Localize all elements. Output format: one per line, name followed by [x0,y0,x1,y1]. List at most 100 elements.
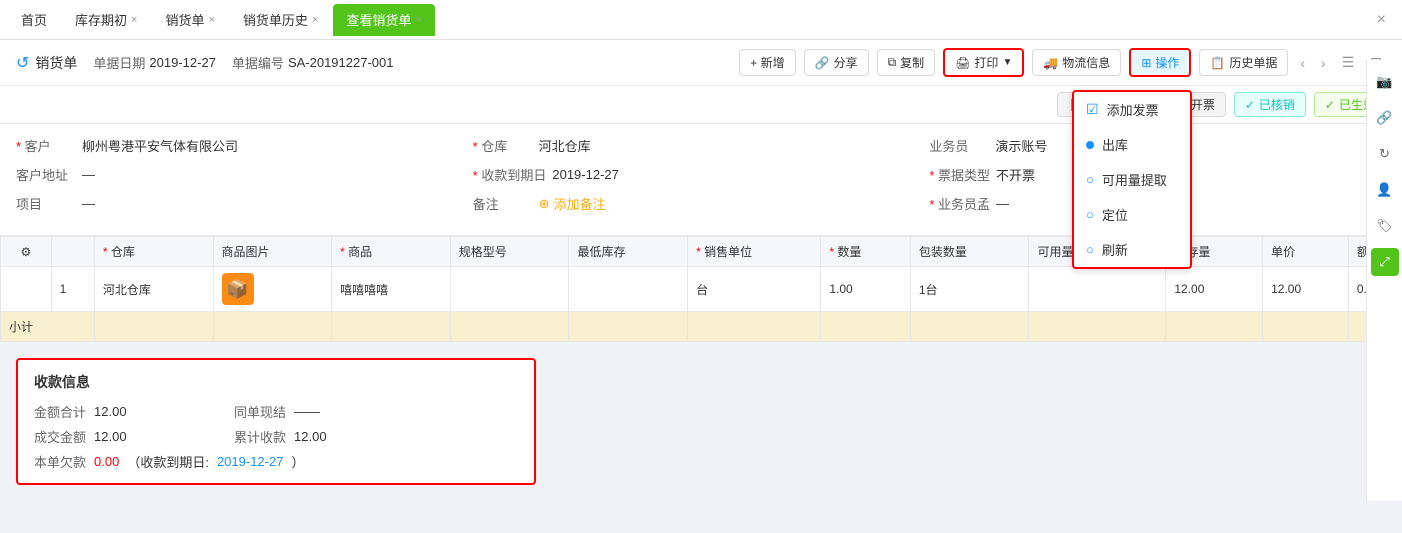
check1-button[interactable]: ✓ 已核销 [1234,92,1306,117]
row-num-cell: 1 [51,267,94,312]
tab-view-sales[interactable]: 查看销货单 × [333,4,434,36]
row-product-cell: 嘻嘻嘻嘻 [332,267,451,312]
history-icon: 📋 [1210,56,1225,70]
warehouse-field: 仓库 河北仓库 [473,136,930,155]
tab-sales-order-close[interactable]: × [208,14,214,26]
sidebar-camera-icon[interactable]: 📷 [1371,68,1399,96]
tab-inventory-init-close[interactable]: × [131,14,137,26]
total-row: 金额合计 12.00 [34,402,234,421]
tab-sales-order[interactable]: 销货单 × [152,4,227,36]
col-num [51,237,94,267]
col-product: 商品 [332,237,451,267]
project-field: 项目 — [16,194,473,213]
deal-amount-value: 12.00 [94,429,127,444]
print-dropdown-arrow[interactable]: ▼ [1002,57,1012,68]
operate-icon: ⊞ [1141,56,1151,70]
ticket-type-label: 票据类型 [929,165,990,184]
row-warehouse-cell: 河北仓库 [94,267,213,312]
history-button[interactable]: 📋 历史单据 [1199,49,1288,76]
right-sidebar: 📷 🔗 ↻ 👤 🏷 ⤢ [1366,60,1402,501]
row-available-cell [1029,267,1166,312]
sidebar-refresh-icon[interactable]: ↻ [1371,140,1399,168]
same-order-label: 同单现结 [234,402,286,421]
doc-title-text: 销货单 [35,53,77,73]
subtotal-c9 [821,312,910,342]
warehouse-value: 河北仓库 [539,136,591,155]
menu-item-available-fetch[interactable]: ○ 可用量提取 [1074,162,1190,197]
refresh-radio-icon: ○ [1086,242,1094,257]
number-value: SA-20191227-001 [288,55,394,70]
tab-sales-history[interactable]: 销货单历史 × [230,4,331,36]
subtotal-c7 [569,312,688,342]
tab-inventory-init[interactable]: 库存期初 × [62,4,150,36]
col-spec: 规格型号 [450,237,569,267]
owe-note: （收款到期日: [127,452,209,471]
row-product-img-cell: 📦 [213,267,332,312]
menu-item-locate[interactable]: ○ 定位 [1074,197,1190,232]
subtotal-c12 [1166,312,1263,342]
sidebar-link-icon[interactable]: 🔗 [1371,104,1399,132]
doc-number-field: 单据编号 SA-20191227-001 [232,53,394,72]
subtotal-c5 [332,312,451,342]
sidebar-user-icon[interactable]: 👤 [1371,176,1399,204]
col-qty: 数量 [821,237,910,267]
col-min-stock: 最低库存 [569,237,688,267]
menu-item-add-invoice[interactable]: ☑ 添加发票 [1074,92,1190,127]
project-value: — [82,196,95,211]
view-list-button[interactable]: ☰ [1338,54,1359,71]
copy-button[interactable]: ⧉ 复制 [877,49,936,76]
locate-radio-icon: ○ [1086,207,1094,222]
payment-title: 收款信息 [34,372,518,392]
tab-sales-history-close[interactable]: × [312,14,318,26]
print-button[interactable]: 🖨 打印 ▼ [943,48,1024,77]
window-close-button[interactable]: × [1369,11,1394,29]
copy-icon: ⧉ [888,55,897,70]
col-pack-qty: 包装数量 [910,237,1029,267]
logistics-button[interactable]: 🚚 物流信息 [1032,49,1121,76]
note-field: 备注 ⊕ 添加备注 [473,194,930,213]
col-gear[interactable]: ⚙ [1,237,52,267]
operate-button[interactable]: ⊞ 操作 [1129,48,1191,77]
logistics-icon: 🚚 [1043,56,1058,70]
sidebar-tag-icon[interactable]: 🏷 [1371,212,1399,240]
nav-prev-button[interactable]: ‹ [1296,55,1309,71]
salesperson-label: 业务员 [929,136,989,155]
add-note-button[interactable]: ⊕ 添加备注 [539,194,606,213]
check1-icon: ✓ [1245,98,1255,112]
col-price: 单价 [1263,237,1349,267]
circle-radio-icon: ○ [1086,172,1094,187]
row-spec-cell [450,267,569,312]
menu-item-outbound[interactable]: 出库 [1074,127,1190,162]
row-stock-cell: 12.00 [1166,267,1263,312]
total-label: 金额合计 [34,402,86,421]
doc-actions-bar: + 新增 🔗 分享 ⧉ 复制 🖨 打印 ▼ 🚚 物流信息 ⊞ 操作 [739,48,1386,77]
tab-home[interactable]: 首页 [8,4,60,36]
same-order-row: 同单现结 —— [234,402,434,421]
tab-view-sales-close[interactable]: × [415,14,421,26]
owe-date: 2019-12-27 [217,454,284,469]
customer-field: 客户 柳州粤港平安气体有限公司 [16,136,473,155]
sidebar-expand-icon[interactable]: ⤢ [1371,248,1399,276]
subtotal-c10 [910,312,1029,342]
share-button[interactable]: 🔗 分享 [804,49,869,76]
payment-info-box: 收款信息 金额合计 12.00 同单现结 —— 成交金额 12.00 累计收款 … [16,358,536,485]
salesperson2-label: 业务员孟 [929,194,990,213]
row-qty-cell: 1.00 [821,267,910,312]
dropdown-menu: ☑ 添加发票 出库 ○ 可用量提取 ○ 定位 ○ 刷新 [1072,90,1192,269]
subtotal-c13 [1263,312,1349,342]
col-warehouse: 仓库 [94,237,213,267]
menu-item-refresh[interactable]: ○ 刷新 [1074,232,1190,267]
payment-grid: 金额合计 12.00 同单现结 —— 成交金额 12.00 累计收款 12.00… [34,402,518,471]
project-label: 项目 [16,194,76,213]
owe-note-end: ） [291,452,304,471]
checkbox-icon: ☑ [1086,101,1099,118]
warehouse-label: 仓库 [473,136,533,155]
document-header: ↺ 销货单 单据日期 2019-12-27 单据编号 SA-20191227-0… [0,40,1402,86]
nav-next-button[interactable]: › [1317,55,1330,71]
share-icon: 🔗 [815,56,830,70]
payment-date-field: 收款到期日 2019-12-27 [473,165,930,184]
subtotal-c3 [94,312,213,342]
doc-date-field: 单据日期 2019-12-27 [93,53,216,72]
new-button[interactable]: + 新增 [739,49,795,76]
subtotal-c6 [450,312,569,342]
